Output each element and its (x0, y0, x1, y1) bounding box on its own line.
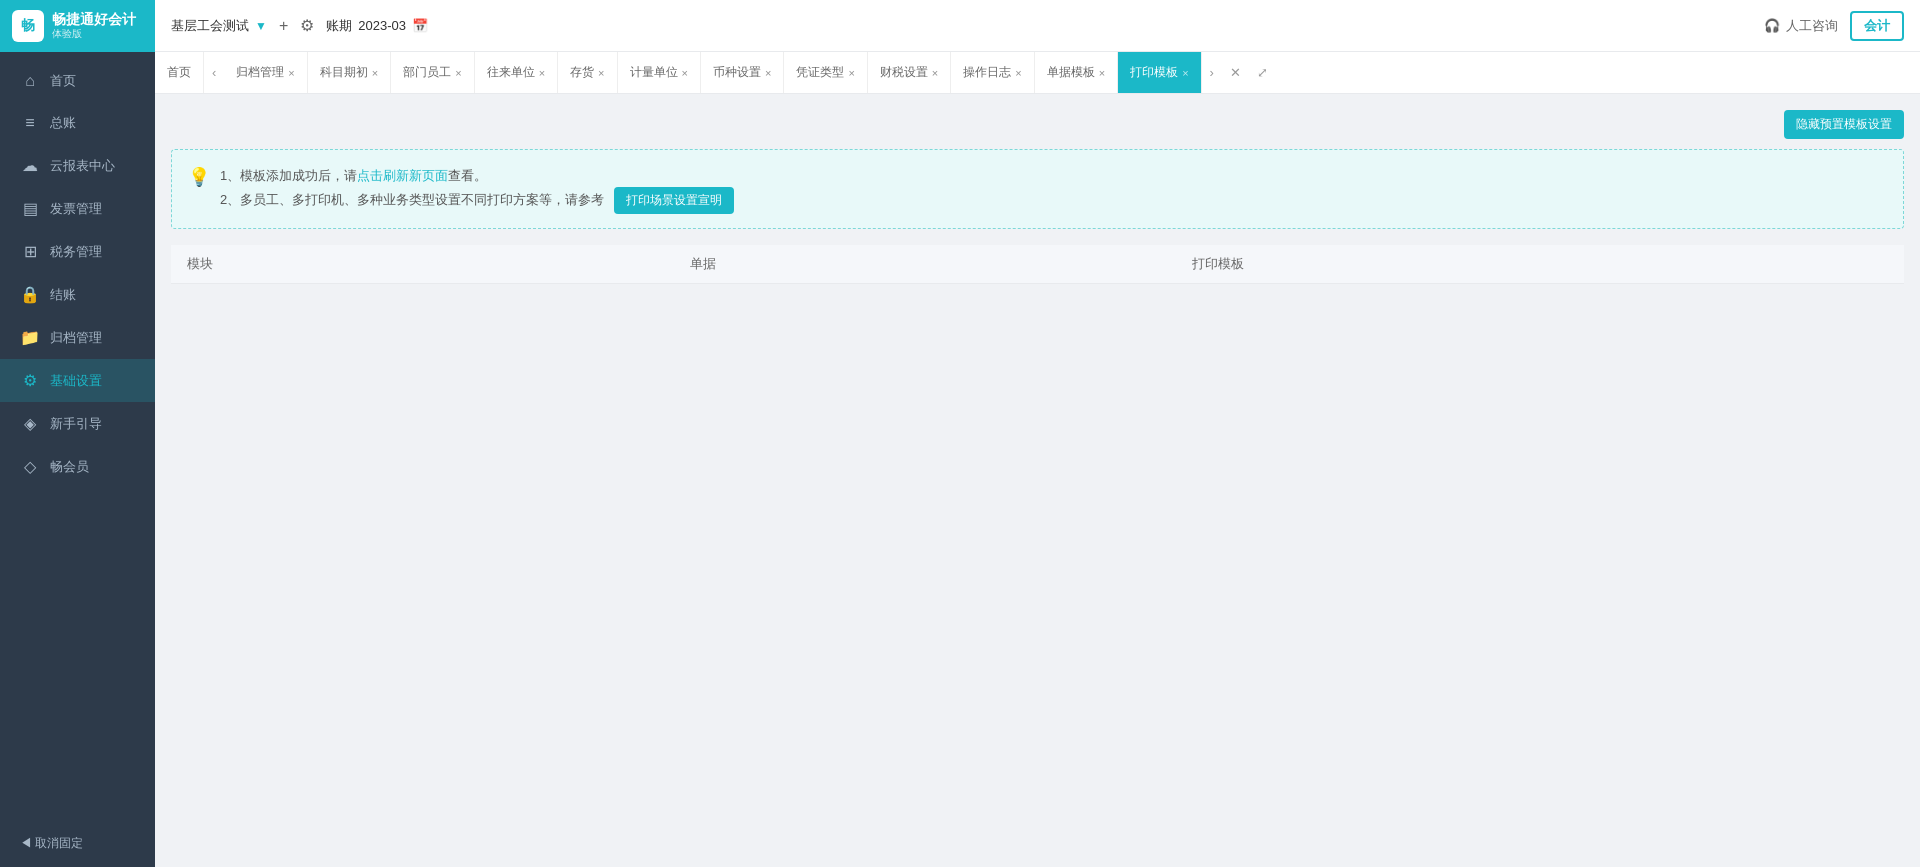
service-button[interactable]: 🎧 人工咨询 (1764, 17, 1838, 35)
col-header-module: 模块 (171, 245, 674, 284)
tab-close-archive-mgmt[interactable]: × (288, 67, 294, 79)
tab-close-currency[interactable]: × (765, 67, 771, 79)
company-name: 基层工会测试 (171, 17, 249, 35)
tab-print-template[interactable]: 打印模板 × (1118, 52, 1201, 93)
period-value: 2023-03 (358, 18, 406, 33)
sidebar-item-member[interactable]: ◇ 畅会员 (0, 445, 155, 488)
col-header-template: 打印模板 (1176, 245, 1904, 284)
settings-icon: ⚙ (20, 371, 40, 390)
content-wrapper: 模块 单据 打印模板 (171, 245, 1904, 284)
sidebar-label-general-ledger: 总账 (50, 114, 76, 132)
archive-icon: 📁 (20, 328, 40, 347)
tab-subject-init[interactable]: 科目期初 × (308, 52, 391, 93)
tab-currency[interactable]: 币种设置 × (701, 52, 784, 93)
sidebar-logo: 畅 畅捷通好会计 体验版 (0, 0, 155, 52)
sidebar-item-archive[interactable]: 📁 归档管理 (0, 316, 155, 359)
sidebar-item-home[interactable]: ⌂ 首页 (0, 60, 155, 102)
tab-supplier[interactable]: 往来单位 × (475, 52, 558, 93)
info-line2: 2、多员工、多打印机、多种业务类型设置不同打印方案等，请参考 (220, 192, 604, 207)
tab-nav-next[interactable]: › (1202, 52, 1222, 93)
info-line1-link[interactable]: 点击刷新新页面 (357, 168, 448, 183)
topbar-company[interactable]: 基层工会测试 ▼ (171, 17, 267, 35)
company-dropdown-icon: ▼ (255, 19, 267, 33)
sidebar-unpin[interactable]: ◀ 取消固定 (0, 820, 155, 867)
sidebar-label-tax: 税务管理 (50, 243, 102, 261)
tab-voucher-type[interactable]: 凭证类型 × (784, 52, 867, 93)
tab-nav-prev[interactable]: ‹ (204, 52, 224, 93)
service-label: 人工咨询 (1786, 17, 1838, 35)
tab-close-dept-staff[interactable]: × (455, 67, 461, 79)
tabbar: 首页 ‹ 归档管理 × 科目期初 × 部门员工 × 往来单位 × 存货 × 计量… (155, 52, 1920, 94)
info-text: 1、模板添加成功后，请点击刷新新页面查看。 2、多员工、多打印机、多种业务类型设… (220, 164, 1887, 214)
tab-close-print-template[interactable]: × (1182, 67, 1188, 79)
tab-inventory[interactable]: 存货 × (558, 52, 617, 93)
home-icon: ⌂ (20, 72, 40, 90)
sidebar-item-tax[interactable]: ⊞ 税务管理 (0, 230, 155, 273)
user-button[interactable]: 会计 (1850, 11, 1904, 41)
add-company-button[interactable]: + (279, 17, 288, 35)
tab-close-unit[interactable]: × (682, 67, 688, 79)
tab-single-template[interactable]: 单据模板 × (1035, 52, 1118, 93)
sidebar-item-basic-settings[interactable]: ⚙ 基础设置 (0, 359, 155, 402)
tab-unit[interactable]: 计量单位 × (618, 52, 701, 93)
info-line1-before: 1、模板添加成功后，请 (220, 168, 357, 183)
sidebar-label-reports: 云报表中心 (50, 157, 115, 175)
tab-close-subject-init[interactable]: × (372, 67, 378, 79)
tab-home[interactable]: 首页 (155, 52, 204, 93)
company-settings-icon[interactable]: ⚙ (300, 16, 314, 35)
sidebar-label-archive: 归档管理 (50, 329, 102, 347)
print-template-table: 模块 单据 打印模板 (171, 245, 1904, 284)
sidebar-item-closing[interactable]: 🔒 结账 (0, 273, 155, 316)
tab-close-voucher-type[interactable]: × (848, 67, 854, 79)
tab-close-tax-settings[interactable]: × (932, 67, 938, 79)
tab-close-single-template[interactable]: × (1099, 67, 1105, 79)
sidebar-item-guide[interactable]: ◈ 新手引导 (0, 402, 155, 445)
sidebar-item-general-ledger[interactable]: ≡ 总账 (0, 102, 155, 144)
period-label: 账期 (326, 17, 352, 35)
info-line1-after: 查看。 (448, 168, 487, 183)
guide-icon: ◈ (20, 414, 40, 433)
lock-icon: 🔒 (20, 285, 40, 304)
tab-close-op-log[interactable]: × (1015, 67, 1021, 79)
tab-close-all-button[interactable]: ✕ (1222, 52, 1249, 93)
print-scene-btn[interactable]: 打印场景设置宣明 (614, 187, 734, 214)
page-area: 隐藏预置模板设置 💡 1、模板添加成功后，请点击刷新新页面查看。 2、多员工、多… (155, 94, 1920, 867)
sidebar-label-invoices: 发票管理 (50, 200, 102, 218)
col-header-document: 单据 (674, 245, 1177, 284)
calendar-icon[interactable]: 📅 (412, 18, 428, 33)
sidebar-label-member: 畅会员 (50, 458, 89, 476)
sidebar-label-home: 首页 (50, 72, 76, 90)
logo-icon: 畅 (12, 10, 44, 42)
sidebar: 畅 畅捷通好会计 体验版 ⌂ 首页 ≡ 总账 ☁ 云报表中心 ▤ 发票管理 ⊞ … (0, 0, 155, 867)
info-box: 💡 1、模板添加成功后，请点击刷新新页面查看。 2、多员工、多打印机、多种业务类… (171, 149, 1904, 229)
tab-tax-settings[interactable]: 财税设置 × (868, 52, 951, 93)
sidebar-item-invoices[interactable]: ▤ 发票管理 (0, 187, 155, 230)
sidebar-item-reports[interactable]: ☁ 云报表中心 (0, 144, 155, 187)
sidebar-label-basic-settings: 基础设置 (50, 372, 102, 390)
tab-op-log[interactable]: 操作日志 × (951, 52, 1034, 93)
member-icon: ◇ (20, 457, 40, 476)
logo-title: 畅捷通好会计 (52, 11, 136, 28)
topbar-right: 🎧 人工咨询 会计 (1764, 11, 1904, 41)
logo-subtitle: 体验版 (52, 27, 136, 41)
sidebar-label-guide: 新手引导 (50, 415, 102, 433)
tab-archive-mgmt[interactable]: 归档管理 × (224, 52, 307, 93)
ledger-icon: ≡ (20, 114, 40, 132)
tab-close-supplier[interactable]: × (539, 67, 545, 79)
sidebar-nav: ⌂ 首页 ≡ 总账 ☁ 云报表中心 ▤ 发票管理 ⊞ 税务管理 🔒 结账 📁 归… (0, 52, 155, 820)
hide-preview-button[interactable]: 隐藏预置模板设置 (1784, 110, 1904, 139)
sidebar-label-closing: 结账 (50, 286, 76, 304)
tab-expand-button[interactable]: ⤢ (1249, 52, 1276, 93)
light-bulb-icon: 💡 (188, 166, 210, 188)
invoice-icon: ▤ (20, 199, 40, 218)
main-content: 基层工会测试 ▼ + ⚙ 账期 2023-03 📅 🎧 人工咨询 会计 首页 ‹… (155, 0, 1920, 867)
topbar-period: 账期 2023-03 📅 (326, 17, 428, 35)
cloud-icon: ☁ (20, 156, 40, 175)
topbar: 基层工会测试 ▼ + ⚙ 账期 2023-03 📅 🎧 人工咨询 会计 (155, 0, 1920, 52)
tab-dept-staff[interactable]: 部门员工 × (391, 52, 474, 93)
tab-close-inventory[interactable]: × (598, 67, 604, 79)
headset-icon: 🎧 (1764, 18, 1780, 33)
tax-icon: ⊞ (20, 242, 40, 261)
